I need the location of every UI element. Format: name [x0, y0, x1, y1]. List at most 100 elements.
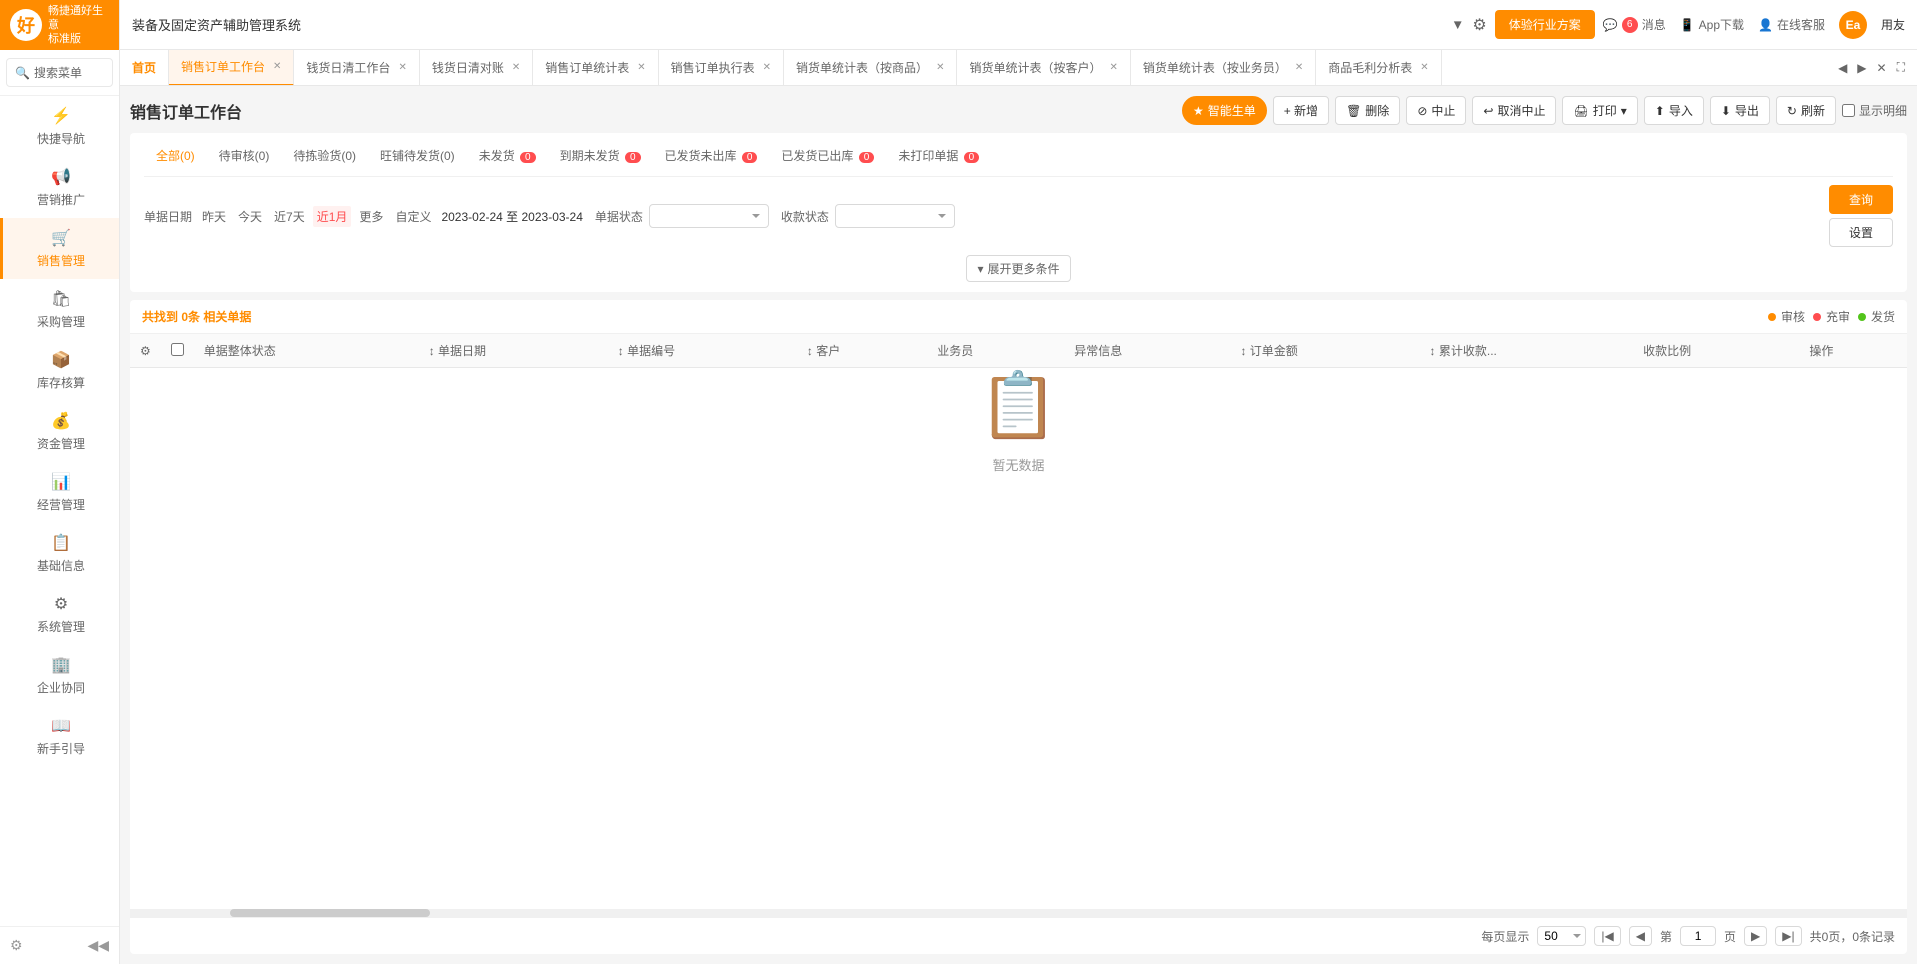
sidebar-item-finance[interactable]: 💰 资金管理	[0, 401, 119, 462]
tab-cash-daily[interactable]: 钱货日清工作台 ✕	[294, 50, 419, 86]
search-menu-button[interactable]: 🔍 搜索菜单	[6, 58, 113, 87]
sidebar-item-quicknav[interactable]: ⚡ 快捷导航	[0, 96, 119, 157]
date-more-btn[interactable]: 更多	[355, 206, 387, 227]
app-download-button[interactable]: 📱 App下载	[1680, 16, 1744, 33]
col-header-received: ↕ 累计收款...	[1420, 334, 1634, 368]
horizontal-scrollbar[interactable]	[130, 909, 1907, 917]
print-button[interactable]: 🖨 打印 ▾	[1562, 96, 1637, 125]
sidebar-settings-button[interactable]: ⚙	[10, 937, 23, 954]
cancel-audit-action-button[interactable]: 充审	[1813, 308, 1850, 325]
show-detail-checkbox-label[interactable]: 显示明细	[1842, 102, 1907, 119]
sort-amount-icon[interactable]: ↕	[1240, 344, 1246, 358]
audit-action-button[interactable]: 审核	[1768, 308, 1805, 325]
sidebar-logo[interactable]: 好 畅捷通好生意 标准版	[0, 0, 119, 50]
date-7days-btn[interactable]: 近7天	[270, 206, 309, 227]
expand-filter-button[interactable]: ▾ 展开更多条件	[966, 255, 1070, 282]
online-service-button[interactable]: 👤 在线客服	[1758, 16, 1825, 33]
filter-tab-shipped-out[interactable]: 已发货已出库 0	[769, 143, 886, 168]
show-detail-checkbox[interactable]	[1842, 104, 1855, 117]
sort-number-icon[interactable]: ↕	[618, 344, 624, 358]
tab-sales-stats[interactable]: 销售订单统计表 ✕	[533, 50, 658, 86]
filter-settings-button[interactable]: 设置	[1829, 218, 1893, 247]
filter-tab-all[interactable]: 全部(0)	[144, 143, 207, 168]
filter-tab-overdue[interactable]: 到期未发货 0	[548, 143, 653, 168]
filter-tab-not-shipped[interactable]: 未发货 0	[467, 143, 548, 168]
tab-next-button[interactable]: ▶	[1853, 57, 1870, 79]
sidebar-item-operations[interactable]: 📊 经营管理	[0, 462, 119, 523]
sidebar-collapse-button[interactable]: ◀◀	[87, 937, 109, 954]
sidebar-item-sales[interactable]: 🛒 销售管理	[0, 218, 119, 279]
payment-filter-select[interactable]	[835, 204, 955, 228]
user-avatar[interactable]: Ea	[1839, 11, 1867, 39]
tab-sales-workbench[interactable]: 销售订单工作台 ✕	[169, 50, 294, 86]
page-number-input[interactable]	[1680, 926, 1716, 946]
star-icon: ★	[1193, 104, 1204, 118]
page-prev-button[interactable]: ◀	[1629, 926, 1652, 946]
filter-tab-shipped-not-out[interactable]: 已发货未出库 0	[653, 143, 770, 168]
sort-date-icon[interactable]: ↕	[429, 344, 435, 358]
tab-prev-button[interactable]: ◀	[1834, 57, 1851, 79]
tab-cash-account[interactable]: 钱货日清对账 ✕	[420, 50, 533, 86]
date-custom-btn[interactable]: 自定义	[391, 206, 435, 227]
smart-create-button[interactable]: ★ 智能生单	[1182, 96, 1267, 125]
page-last-button[interactable]: ▶|	[1775, 926, 1801, 946]
close-tab-summary-staff[interactable]: ✕	[1295, 62, 1303, 73]
tab-summary-customer[interactable]: 销货单统计表（按客户） ✕	[957, 50, 1130, 86]
select-all-checkbox[interactable]	[171, 343, 184, 356]
query-button[interactable]: 查询	[1829, 185, 1893, 214]
close-tab-summary-customer[interactable]: ✕	[1109, 62, 1117, 73]
settings-gear-icon[interactable]: ⚙	[140, 344, 151, 358]
filter-tab-not-printed[interactable]: 未打印单据 0	[886, 143, 991, 168]
date-today-btn[interactable]: 今天	[234, 206, 266, 227]
close-tab-cash-account[interactable]: ✕	[512, 62, 520, 73]
system-title-dropdown[interactable]: ▼	[1451, 17, 1464, 32]
tab-sales-exec[interactable]: 销售订单执行表 ✕	[659, 50, 784, 86]
cancel-stop-button[interactable]: ↩ 取消中止	[1472, 96, 1556, 125]
close-tab-cash-daily[interactable]: ✕	[398, 62, 406, 73]
scrollbar-thumb[interactable]	[230, 909, 430, 917]
sidebar-item-system[interactable]: ⚙ 系统管理	[0, 584, 119, 645]
tab-summary-product[interactable]: 销货单统计表（按商品） ✕	[784, 50, 957, 86]
close-tab-sales-workbench[interactable]: ✕	[273, 61, 281, 72]
header-settings-button[interactable]: ⚙	[1472, 15, 1486, 35]
filter-tab-pending-check[interactable]: 待拣验货(0)	[281, 143, 368, 168]
add-button[interactable]: + 新增	[1273, 96, 1329, 125]
filter-tab-pending-audit[interactable]: 待审核(0)	[207, 143, 282, 168]
tab-margin[interactable]: 商品毛利分析表 ✕	[1316, 50, 1441, 86]
tab-home[interactable]: 首页	[120, 50, 169, 86]
sidebar-item-inventory[interactable]: 📦 库存核算	[0, 340, 119, 401]
sidebar-item-enterprise[interactable]: 🏢 企业协同	[0, 645, 119, 706]
sidebar-item-basics[interactable]: 📋 基础信息	[0, 523, 119, 584]
date-yesterday-btn[interactable]: 昨天	[198, 206, 230, 227]
guide-icon: 📖	[51, 716, 71, 736]
close-tab-margin[interactable]: ✕	[1420, 62, 1428, 73]
page-next-button[interactable]: ▶	[1744, 926, 1767, 946]
experience-button[interactable]: 体验行业方案	[1495, 10, 1595, 39]
sort-received-icon[interactable]: ↕	[1430, 344, 1436, 358]
per-page-select[interactable]: 50 100	[1537, 926, 1586, 946]
system-title: 装备及固定资产辅助管理系统	[132, 15, 1443, 34]
tab-close-all-button[interactable]: ✕	[1873, 57, 1891, 79]
table-count: 共找到 0条 相关单据	[142, 308, 251, 325]
message-button[interactable]: 💬 6 消息	[1603, 16, 1666, 33]
import-button[interactable]: ⬆ 导入	[1644, 96, 1704, 125]
sort-customer-icon[interactable]: ↕	[807, 344, 813, 358]
filter-tab-wangpu[interactable]: 旺铺待发货(0)	[368, 143, 467, 168]
tab-summary-staff[interactable]: 销货单统计表（按业务员） ✕	[1131, 50, 1316, 86]
sidebar-item-purchase[interactable]: 🛍 采购管理	[0, 279, 119, 340]
sidebar-item-guide[interactable]: 📖 新手引导	[0, 706, 119, 767]
ship-action-button[interactable]: 发货	[1858, 308, 1895, 325]
close-tab-sales-exec[interactable]: ✕	[763, 62, 771, 73]
sidebar-item-marketing[interactable]: 📢 营销推广	[0, 157, 119, 218]
page-first-button[interactable]: |◀	[1594, 926, 1620, 946]
close-tab-sales-stats[interactable]: ✕	[637, 62, 645, 73]
date-1month-btn[interactable]: 近1月	[313, 206, 352, 227]
export-button[interactable]: ⬇ 导出	[1710, 96, 1770, 125]
tab-fullscreen-button[interactable]: ⛶	[1893, 56, 1909, 79]
delete-button[interactable]: 🗑 删除	[1335, 96, 1400, 125]
status-filter-select[interactable]	[649, 204, 769, 228]
table-scroll-area[interactable]: ⚙ 单据整体状态 ↕ 单据日期	[130, 334, 1907, 909]
close-tab-summary-product[interactable]: ✕	[936, 62, 944, 73]
refresh-button[interactable]: ↻ 刷新	[1776, 96, 1836, 125]
stop-button[interactable]: ⊘ 中止	[1406, 96, 1466, 125]
